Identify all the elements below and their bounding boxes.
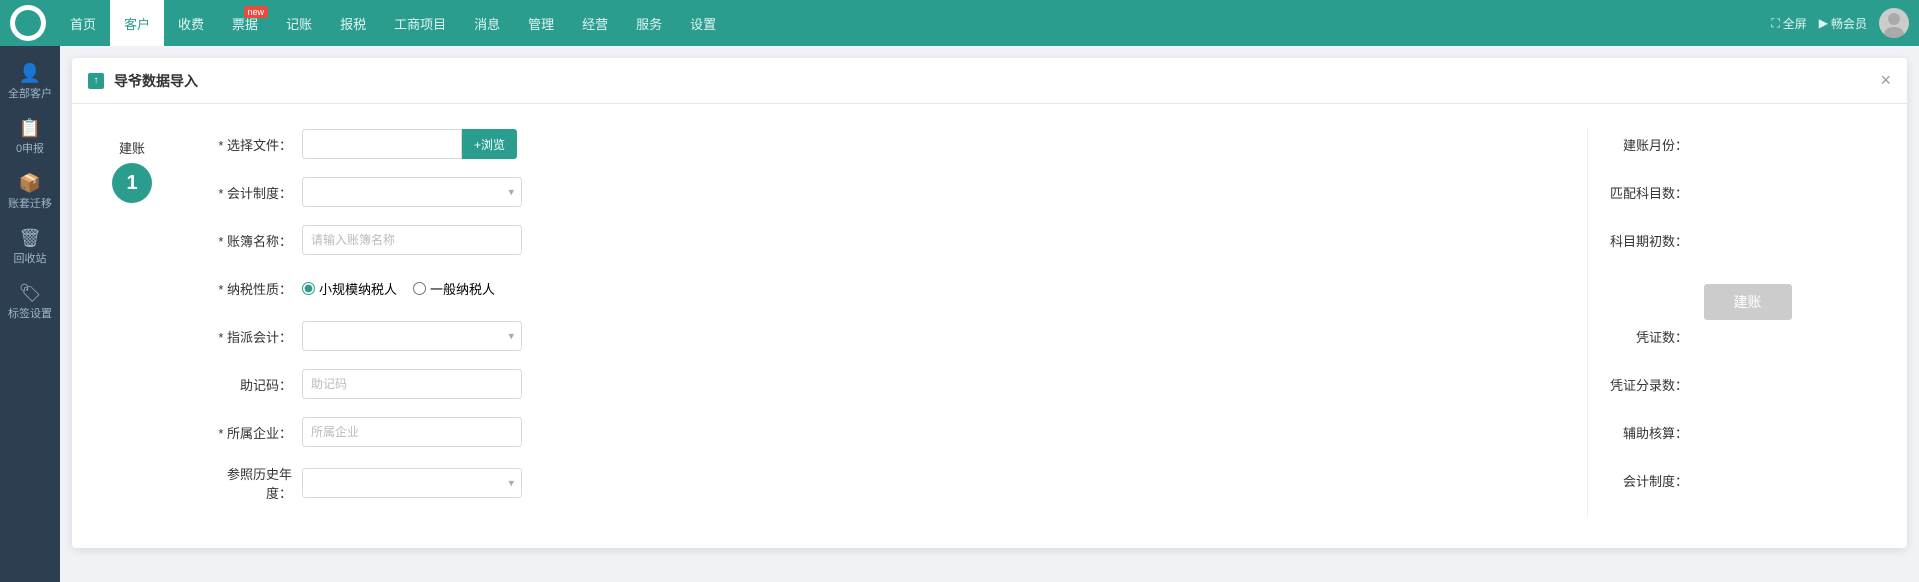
memo-input[interactable] (302, 369, 522, 399)
nav-item-settings[interactable]: 设置 (676, 0, 730, 46)
month-label: 建账月份： (1608, 135, 1698, 154)
accountant-label: * 指派会计： (212, 327, 302, 346)
top-nav: 首页 客户 收费 票据 new 记账 报税 工商项目 消息 管理 经营 服务 设… (0, 0, 1919, 46)
nav-item-fee[interactable]: 收费 (164, 0, 218, 46)
file-row: * 选择文件： +浏览 (212, 128, 1567, 160)
file-label: * 选择文件： (212, 135, 302, 154)
accountant-row: * 指派会计： (212, 320, 1567, 352)
nav-item-manage[interactable]: 管理 (514, 0, 568, 46)
create-button-row: 建账 (1608, 276, 1887, 320)
auxiliary-label: 辅助核算： (1608, 423, 1698, 442)
tax-type-label: * 纳税性质： (212, 279, 302, 298)
company-label: * 所属企业： (212, 423, 302, 442)
member-icon: ▶ (1819, 16, 1828, 30)
ledger-name-input[interactable] (302, 225, 522, 255)
company-row: * 所属企业： (212, 416, 1567, 448)
tax-general-radio-input[interactable] (413, 282, 426, 295)
tax-type-radio-group: 小规模纳税人 一般纳税人 (302, 279, 495, 298)
history-year-row: 参照历史年度： (212, 464, 1567, 502)
file-input-wrapper: +浏览 (302, 129, 517, 159)
memo-row: 助记码： (212, 368, 1567, 400)
vouchers-row: 凭证数： (1608, 320, 1887, 352)
info-section: 建账月份： 匹配科目数： 科目期初数： 建账 (1587, 128, 1907, 518)
nav-item-service[interactable]: 服务 (622, 0, 676, 46)
file-input[interactable] (302, 129, 462, 159)
browse-button[interactable]: +浏览 (462, 129, 517, 159)
nav-item-client[interactable]: 客户 (110, 0, 164, 46)
month-row: 建账月份： (1608, 128, 1887, 160)
history-year-select[interactable] (302, 468, 522, 498)
initial-subjects-label: 科目期初数： (1608, 231, 1698, 250)
step-circle: 1 (112, 163, 152, 203)
sidebar-item-all-clients[interactable]: 👤 全部客户 (0, 56, 60, 109)
member-btn[interactable]: ▶ 畅会员 (1819, 15, 1867, 32)
nav-right: ⛶ 全屏 ▶ 畅会员 (1771, 8, 1909, 38)
accounting-system-wrapper (302, 177, 522, 207)
recycle-icon: 🗑 (19, 229, 42, 247)
step-label: 建账 (119, 138, 145, 157)
match-subjects-label: 匹配科目数： (1608, 183, 1698, 202)
dialog-close-button[interactable]: × (1880, 70, 1891, 91)
voucher-records-row: 凭证分录数： (1608, 368, 1887, 400)
logo[interactable] (10, 5, 46, 41)
history-year-label: 参照历史年度： (212, 464, 302, 502)
tax-small-radio-input[interactable] (302, 282, 315, 295)
fullscreen-icon: ⛶ (1771, 16, 1779, 31)
accounting-system-label: * 会计制度： (212, 183, 302, 202)
nav-item-invoice[interactable]: 票据 new (218, 0, 272, 46)
match-subjects-row: 匹配科目数： (1608, 176, 1887, 208)
dialog-container: ↑ 导爷数据导入 × 建账 1 * 选择文件： (72, 58, 1907, 548)
form-section: * 选择文件： +浏览 * 会计制度： (192, 128, 1587, 518)
tax-small-radio[interactable]: 小规模纳税人 (302, 279, 397, 298)
info-accounting-system-row: 会计制度： (1608, 464, 1887, 496)
vouchers-label: 凭证数： (1608, 327, 1698, 346)
nav-items: 首页 客户 收费 票据 new 记账 报税 工商项目 消息 管理 经营 服务 设… (56, 0, 1771, 46)
sidebar-item-migration[interactable]: 📦 账套迁移 (0, 166, 60, 219)
tax-general-radio[interactable]: 一般纳税人 (413, 279, 495, 298)
fullscreen-btn[interactable]: ⛶ 全屏 (1771, 15, 1806, 32)
migration-icon: 📦 (19, 174, 41, 192)
dialog-body: 建账 1 * 选择文件： +浏览 (72, 104, 1907, 542)
new-badge: new (244, 6, 269, 18)
company-input[interactable] (302, 417, 522, 447)
sidebar-item-tag[interactable]: 🏷 标签设置 (0, 276, 60, 329)
accounting-system-select[interactable] (302, 177, 522, 207)
initial-subjects-row: 科目期初数： (1608, 224, 1887, 256)
history-year-wrapper (302, 468, 522, 498)
dialog-header: ↑ 导爷数据导入 × (72, 58, 1907, 104)
layout: 👤 全部客户 📋 0申报 📦 账套迁移 🗑 回收站 🏷 标签设置 ↑ 导爷数 (0, 46, 1919, 582)
tag-icon: 🏷 (19, 284, 42, 302)
nav-item-message[interactable]: 消息 (460, 0, 514, 46)
accounting-system-row: * 会计制度： (212, 176, 1567, 208)
memo-label: 助记码： (212, 375, 302, 394)
avatar[interactable] (1879, 8, 1909, 38)
nav-item-tax[interactable]: 报税 (326, 0, 380, 46)
ledger-name-row: * 账簿名称： (212, 224, 1567, 256)
nav-item-operation[interactable]: 经营 (568, 0, 622, 46)
tax-type-row: * 纳税性质： 小规模纳税人 一般纳税人 (212, 272, 1567, 304)
ledger-name-label: * 账簿名称： (212, 231, 302, 250)
dialog-title: ↑ 导爷数据导入 (88, 71, 198, 91)
step-section: 建账 1 (72, 128, 192, 518)
all-clients-icon: 👤 (19, 64, 41, 82)
sidebar: 👤 全部客户 📋 0申报 📦 账套迁移 🗑 回收站 🏷 标签设置 (0, 46, 60, 582)
logo-icon (15, 10, 41, 36)
accountant-select[interactable] (302, 321, 522, 351)
sidebar-item-declaration[interactable]: 📋 0申报 (0, 111, 60, 164)
info-accounting-system-label: 会计制度： (1608, 471, 1698, 490)
nav-item-bookkeeping[interactable]: 记账 (272, 0, 326, 46)
main-content: ↑ 导爷数据导入 × 建账 1 * 选择文件： (60, 46, 1919, 582)
accountant-wrapper (302, 321, 522, 351)
create-account-button[interactable]: 建账 (1704, 284, 1792, 320)
nav-item-home[interactable]: 首页 (56, 0, 110, 46)
auxiliary-row: 辅助核算： (1608, 416, 1887, 448)
nav-item-business[interactable]: 工商项目 (380, 0, 460, 46)
import-icon: ↑ (88, 73, 104, 89)
voucher-records-label: 凭证分录数： (1608, 375, 1698, 394)
declaration-icon: 📋 (19, 119, 41, 137)
sidebar-item-recycle[interactable]: 🗑 回收站 (0, 221, 60, 274)
